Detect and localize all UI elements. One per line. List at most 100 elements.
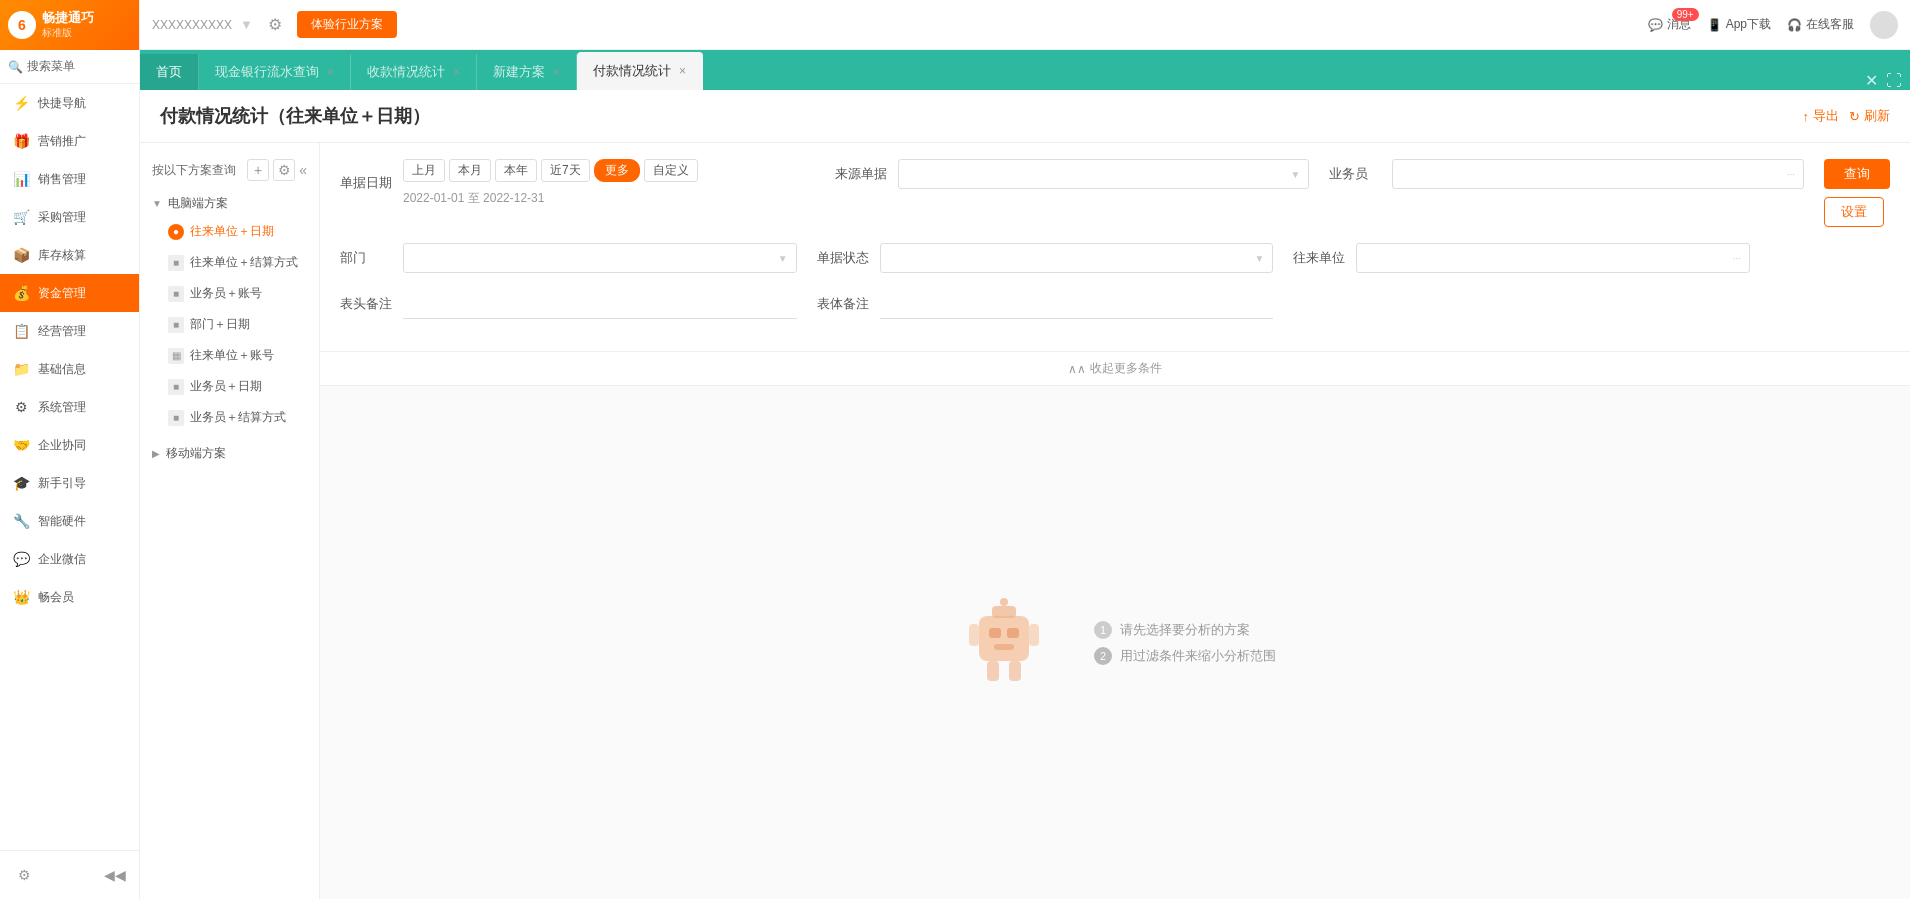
filter-partner: 往来单位 ···	[1293, 243, 1750, 273]
source-select[interactable]: ▼	[898, 159, 1310, 189]
tab-bank-close[interactable]: ×	[327, 65, 334, 79]
this-year-btn[interactable]: 本年	[495, 159, 537, 182]
empty-tip-1: 1 请先选择要分析的方案	[1094, 621, 1276, 639]
add-scheme-button[interactable]: +	[247, 159, 269, 181]
sidebar-item-inventory[interactable]: 📦 库存核算	[0, 236, 139, 274]
collapse-scheme-button[interactable]: «	[299, 162, 307, 178]
sidebar-item-guide[interactable]: 🎓 新手引导	[0, 464, 139, 502]
tab-new[interactable]: 新建方案 ×	[477, 54, 577, 90]
sidebar-item-label: 销售管理	[38, 171, 86, 188]
status-select[interactable]: ▼	[880, 243, 1274, 273]
sidebar-footer: ⚙ ◀◀	[0, 850, 139, 899]
fullscreen-button[interactable]: ⛶	[1886, 72, 1902, 90]
system-icon: ⚙	[12, 398, 30, 416]
sidebar-item-finance[interactable]: 💰 资金管理	[0, 274, 139, 312]
last-7-days-btn[interactable]: 近7天	[541, 159, 590, 182]
svg-point-5	[1000, 598, 1008, 606]
dropdown-arrow-icon: ▼	[240, 17, 253, 32]
tab-home[interactable]: 首页	[140, 54, 199, 90]
sidebar-item-sales[interactable]: 📊 销售管理	[0, 160, 139, 198]
body-note-input[interactable]	[880, 289, 1274, 319]
topbar-right: 💬 消息 99+ 📱 App下载 🎧 在线客服	[1648, 11, 1898, 39]
sidebar-item-system[interactable]: ⚙ 系统管理	[0, 388, 139, 426]
tab-payment-close[interactable]: ×	[679, 64, 686, 78]
filter-status: 单据状态 ▼	[817, 243, 1274, 273]
desktop-category[interactable]: ▼ 电脑端方案	[140, 191, 319, 216]
head-note-input[interactable]	[403, 289, 797, 319]
sidebar-item-operation[interactable]: 📋 经营管理	[0, 312, 139, 350]
manage-scheme-button[interactable]: ⚙	[273, 159, 295, 181]
trial-button[interactable]: 体验行业方案	[297, 11, 397, 38]
staff-select[interactable]: ···	[1392, 159, 1804, 189]
sidebar-item-member[interactable]: 👑 畅会员	[0, 578, 139, 616]
sidebar-item-shortcut[interactable]: ⚡ 快捷导航	[0, 84, 139, 122]
custom-date-btn[interactable]: 自定义	[644, 159, 698, 182]
sidebar-item-purchase[interactable]: 🛒 采购管理	[0, 198, 139, 236]
scheme-partner-settle-label: 往来单位＋结算方式	[190, 254, 298, 271]
shortcut-icon: ⚡	[12, 94, 30, 112]
settings-button[interactable]: ⚙	[10, 861, 38, 889]
scheme-partner-settle[interactable]: ■ 往来单位＋结算方式	[140, 247, 319, 278]
svg-rect-2	[1007, 628, 1019, 638]
svg-rect-7	[1029, 624, 1039, 646]
tab-receipt-label: 收款情况统计	[367, 63, 445, 81]
app-download-button[interactable]: 📱 App下载	[1707, 16, 1771, 33]
sidebar: 6 畅捷通巧 标准版 🔍 搜索菜单 ⚡ 快捷导航 🎁 营销推广 📊 销售管理 🛒…	[0, 0, 140, 899]
guide-icon: 🎓	[12, 474, 30, 492]
refresh-icon: ↻	[1849, 109, 1860, 124]
collapse-filter-button[interactable]: ∧∧ 收起更多条件	[320, 351, 1910, 385]
tip-num-1: 1	[1094, 621, 1112, 639]
sidebar-item-wechat[interactable]: 💬 企业微信	[0, 540, 139, 578]
scheme-partner-date[interactable]: ● 往来单位＋日期	[140, 216, 319, 247]
close-all-tabs-button[interactable]: ✕	[1865, 71, 1878, 90]
refresh-button[interactable]: ↻ 刷新	[1849, 107, 1890, 125]
this-month-btn[interactable]: 本月	[449, 159, 491, 182]
sidebar-item-hardware[interactable]: 🔧 智能硬件	[0, 502, 139, 540]
source-arrow-icon: ▼	[1290, 169, 1300, 180]
mobile-category[interactable]: ▶ 移动端方案	[140, 441, 319, 466]
user-avatar[interactable]	[1870, 11, 1898, 39]
scheme-staff-account[interactable]: ■ 业务员＋账号	[140, 278, 319, 309]
sidebar-item-marketing[interactable]: 🎁 营销推广	[0, 122, 139, 160]
tab-receipt-close[interactable]: ×	[453, 65, 460, 79]
more-date-btn[interactable]: 更多	[594, 159, 640, 182]
sidebar-search[interactable]: 🔍 搜索菜单	[0, 50, 139, 84]
sidebar-item-basic[interactable]: 📁 基础信息	[0, 350, 139, 388]
last-month-btn[interactable]: 上月	[403, 159, 445, 182]
dept-select[interactable]: ▼	[403, 243, 797, 273]
setting-button[interactable]: 设置	[1824, 197, 1884, 227]
message-button[interactable]: 💬 消息 99+	[1648, 16, 1691, 33]
scheme-staff-settle[interactable]: ■ 业务员＋结算方式	[140, 402, 319, 433]
collab-icon: 🤝	[12, 436, 30, 454]
tab-bar: 首页 现金银行流水查询 × 收款情况统计 × 新建方案 × 付款情况统计 × ✕…	[140, 50, 1910, 90]
export-button[interactable]: ↑ 导出	[1803, 107, 1840, 125]
partner-select[interactable]: ···	[1356, 243, 1750, 273]
purchase-icon: 🛒	[12, 208, 30, 226]
sidebar-header: 6 畅捷通巧 标准版	[0, 0, 139, 50]
sidebar-item-label: 企业协同	[38, 437, 86, 454]
scheme-staff-date[interactable]: ■ 业务员＋日期	[140, 371, 319, 402]
tab-new-close[interactable]: ×	[553, 65, 560, 79]
mobile-category-arrow-icon: ▶	[152, 448, 160, 459]
svg-rect-0	[979, 616, 1029, 661]
query-button[interactable]: 查询	[1824, 159, 1890, 189]
sidebar-item-collab[interactable]: 🤝 企业协同	[0, 426, 139, 464]
app-label: App下载	[1726, 16, 1771, 33]
gear-button[interactable]: ⚙	[261, 11, 289, 39]
tab-receipt[interactable]: 收款情况统计 ×	[351, 54, 477, 90]
tab-bank[interactable]: 现金银行流水查询 ×	[199, 54, 351, 90]
scheme-bar-icon: ▦	[168, 348, 184, 364]
app-icon: 📱	[1707, 18, 1722, 32]
scheme-dept-date[interactable]: ■ 部门＋日期	[140, 309, 319, 340]
sidebar-item-label: 采购管理	[38, 209, 86, 226]
category-arrow-icon: ▼	[152, 198, 162, 209]
head-note-label: 表头备注	[340, 295, 395, 313]
partner-label: 往来单位	[1293, 249, 1348, 267]
tab-payment[interactable]: 付款情况统计 ×	[577, 52, 703, 90]
scheme-partner-account[interactable]: ▦ 往来单位＋账号	[140, 340, 319, 371]
service-button[interactable]: 🎧 在线客服	[1787, 16, 1854, 33]
collapse-sidebar-button[interactable]: ◀◀	[101, 861, 129, 889]
sidebar-item-label: 库存核算	[38, 247, 86, 264]
filter-source: 来源单据 ▼	[835, 159, 1310, 189]
filter-date: 单据日期 上月 本月 本年 近7天 更多 自定义	[340, 159, 815, 207]
